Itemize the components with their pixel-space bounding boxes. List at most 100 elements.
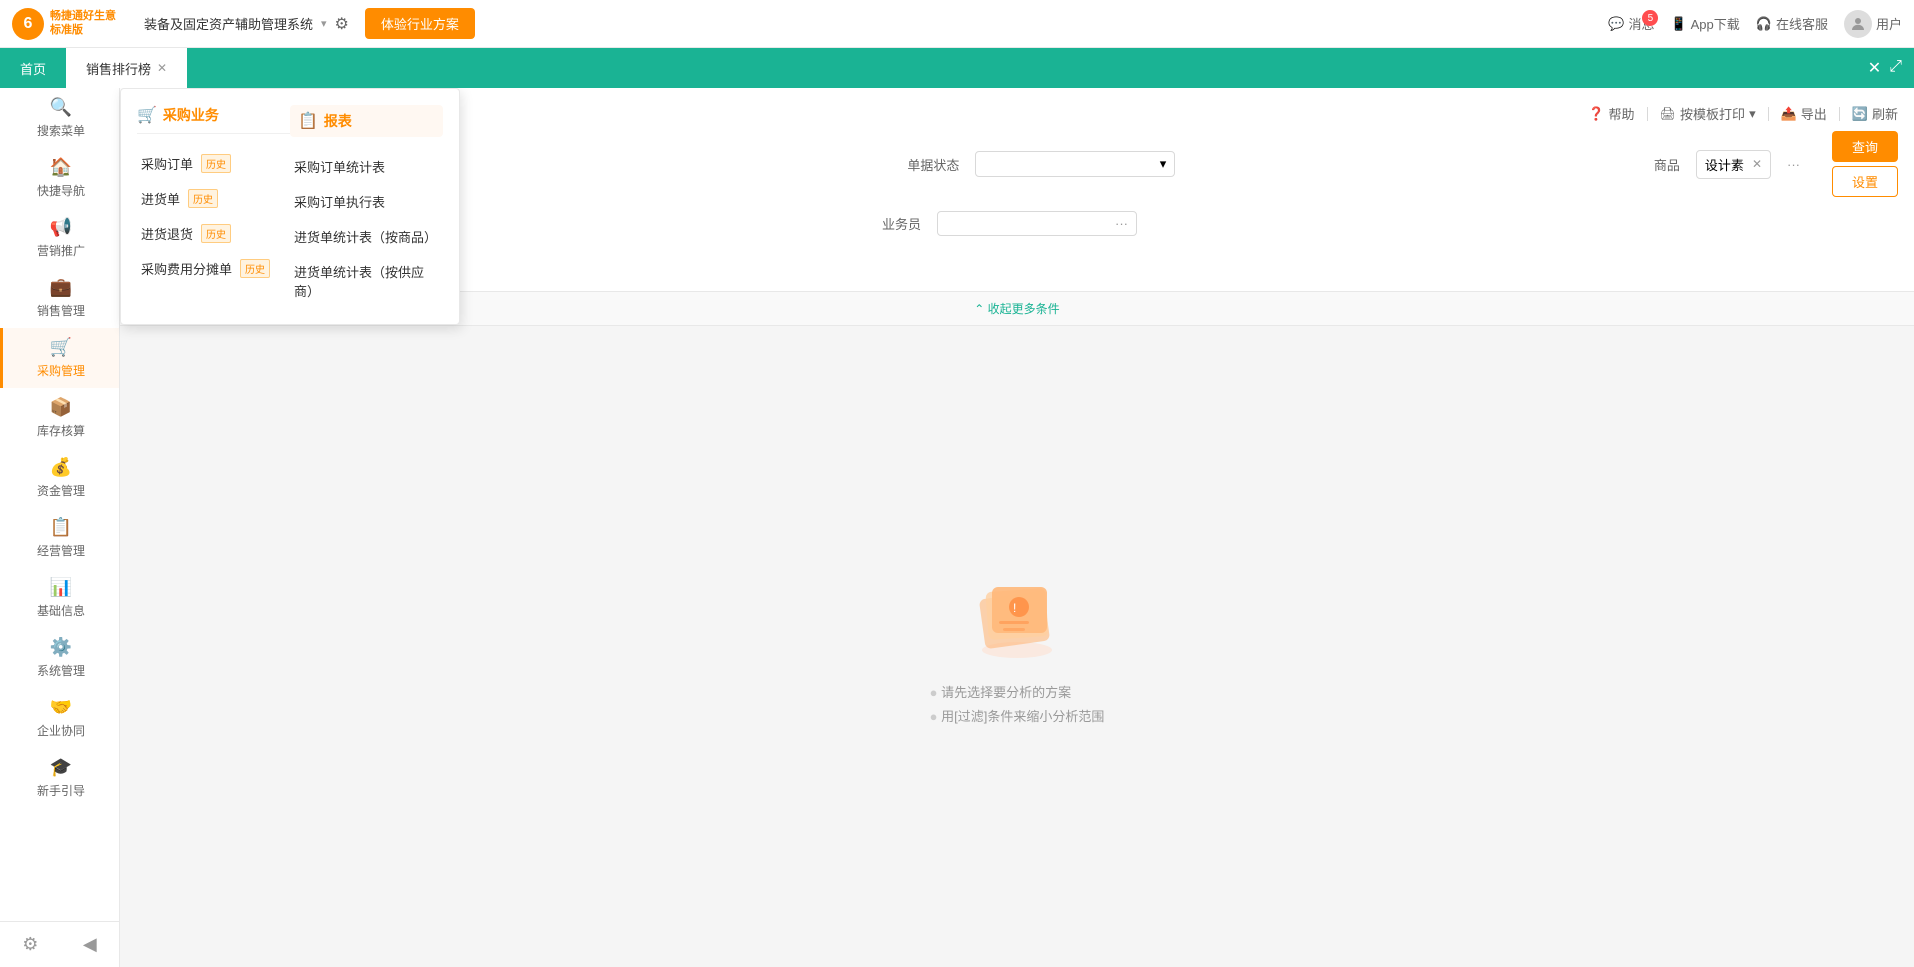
report-icon: 📋	[298, 111, 318, 131]
sidebar-item-finance[interactable]: 💰 资金管理	[0, 448, 119, 508]
system-dropdown-arrow[interactable]: ▾	[321, 17, 327, 30]
purchase-order-stat-item[interactable]: 采购订单统计表	[290, 149, 443, 184]
finance-icon: 💰	[50, 457, 72, 478]
settings-icon[interactable]: ⚙	[335, 14, 349, 34]
history-badge-4: 历史	[240, 259, 270, 278]
collab-icon: 🤝	[50, 697, 72, 718]
empty-hint-text: 请先选择要分析的方案 用[过滤]条件来缩小分析范围	[930, 681, 1105, 728]
service-item[interactable]: 🎧 在线客服	[1756, 14, 1828, 33]
report-title: 📋 报表	[290, 105, 443, 137]
goods-receipt-item[interactable]: 进货单 历史	[137, 181, 290, 216]
goods-tag-close[interactable]: ✕	[1752, 157, 1762, 171]
avatar	[1844, 10, 1872, 38]
status-select[interactable]: ▾	[975, 151, 1175, 177]
history-badge-1: 历史	[201, 154, 231, 173]
app-download-item[interactable]: 📱 App下载	[1670, 14, 1739, 33]
staff-label: 业务员	[861, 214, 921, 233]
guide-icon: 🎓	[50, 757, 72, 778]
message-icon: 💬	[1608, 16, 1624, 32]
purchase-icon: 🛒	[50, 337, 72, 358]
maximize-icon[interactable]: ⤢	[1889, 58, 1902, 78]
goods-more-icon[interactable]: ···	[1787, 157, 1800, 172]
refresh-btn[interactable]: 🔄 刷新	[1852, 104, 1898, 123]
sidebar-item-sales[interactable]: 💼 销售管理	[0, 268, 119, 328]
purchase-business-section: 🛒 采购业务 采购订单 历史 进货单 历史 进货退货 历史	[137, 105, 290, 308]
search-icon: 🔍	[50, 97, 72, 118]
sidebar-bottom: ⚙ ◀	[0, 921, 119, 967]
tab-actions: ✕ ⤢	[1856, 58, 1914, 78]
empty-illustration: !	[957, 565, 1077, 665]
marketing-icon: 📢	[50, 217, 72, 238]
status-label: 单据状态	[899, 155, 959, 174]
industry-btn[interactable]: 体验行业方案	[365, 8, 475, 39]
print-dropdown-icon: ▾	[1749, 106, 1756, 122]
goods-label: 商品	[1620, 155, 1680, 174]
purchase-icon-menu: 🛒	[137, 105, 157, 125]
inventory-icon: 📦	[50, 397, 72, 418]
tab-close-icon[interactable]: ✕	[157, 61, 167, 75]
phone-icon: 📱	[1670, 16, 1686, 32]
sidebar-item-purchase[interactable]: 🛒 采购管理	[0, 328, 119, 388]
purchase-expense-item[interactable]: 采购费用分摊单 历史	[137, 251, 290, 286]
sales-icon: 💼	[50, 277, 72, 298]
refresh-icon: 🔄	[1852, 106, 1868, 122]
tab-home[interactable]: 首页	[0, 48, 66, 88]
purchase-dropdown-menu: 🛒 采购业务 采购订单 历史 进货单 历史 进货退货 历史	[120, 88, 460, 325]
divider3	[1839, 107, 1840, 121]
management-icon: 📋	[50, 517, 72, 538]
sidebar-item-nav[interactable]: 🏠 快捷导航	[0, 148, 119, 208]
print-btn[interactable]: 🖨 按模板打印 ▾	[1660, 104, 1756, 123]
sidebar-item-basic[interactable]: 📊 基础信息	[0, 568, 119, 628]
sidebar-item-guide[interactable]: 🎓 新手引导	[0, 748, 119, 808]
user-item[interactable]: 用户	[1844, 10, 1902, 38]
goods-stat-by-supplier-item[interactable]: 进货单统计表（按供应商）	[290, 254, 443, 308]
goods-stat-by-goods-item[interactable]: 进货单统计表（按商品）	[290, 219, 443, 254]
print-icon: 🖨	[1660, 106, 1677, 122]
home-icon: 🏠	[50, 157, 72, 178]
sidebar-settings-icon[interactable]: ⚙	[22, 934, 38, 955]
system-icon: ⚙️	[50, 637, 72, 658]
tab-bar: 首页 销售排行榜 ✕ ✕ ⤢	[0, 48, 1914, 88]
staff-dots: ···	[1115, 216, 1128, 231]
goods-return-item[interactable]: 进货退货 历史	[137, 216, 290, 251]
top-bar: 6 畅捷通好生意 标准版 装备及固定资产辅助管理系统 ▾ ⚙ 体验行业方案 💬 …	[0, 0, 1914, 48]
toolbar-right: ❓ 帮助 🖨 按模板打印 ▾ 📤 导出	[1588, 104, 1898, 123]
sidebar-item-management[interactable]: 📋 经营管理	[0, 508, 119, 568]
history-badge-3: 历史	[201, 224, 231, 243]
top-right: 💬 消息 5 📱 App下载 🎧 在线客服 用户	[1608, 10, 1902, 38]
report-section: 📋 报表 采购订单统计表 采购订单执行表 进货单统计表（按商品） 进货单统计表（…	[290, 105, 443, 308]
logo-area: 6 畅捷通好生意 标准版	[12, 8, 132, 40]
sidebar-item-marketing[interactable]: 📢 营销推广	[0, 208, 119, 268]
divider	[1647, 107, 1648, 121]
help-btn[interactable]: ❓ 帮助	[1588, 104, 1634, 123]
query-btn[interactable]: 查询	[1832, 131, 1898, 162]
main-layout: 🔍 搜索菜单 🏠 快捷导航 📢 营销推广 💼 销售管理 🛒 采购管理 📦 库存核…	[0, 88, 1914, 967]
status-dropdown-icon: ▾	[1160, 156, 1167, 172]
purchase-order-item[interactable]: 采购订单 历史	[137, 146, 290, 181]
sidebar-collapse-icon[interactable]: ◀	[83, 934, 97, 955]
headset-icon: 🎧	[1756, 16, 1772, 32]
sidebar-item-search[interactable]: 🔍 搜索菜单	[0, 88, 119, 148]
sidebar-item-inventory[interactable]: 📦 库存核算	[0, 388, 119, 448]
basic-icon: 📊	[50, 577, 72, 598]
empty-state: ! 请先选择要分析的方案 用[过滤]条件来缩小分析范围	[120, 326, 1914, 967]
purchase-business-title: 🛒 采购业务	[137, 105, 290, 134]
divider2	[1768, 107, 1769, 121]
export-icon: 📤	[1781, 106, 1797, 122]
history-badge-2: 历史	[188, 189, 218, 208]
svg-text:!: !	[1013, 601, 1016, 615]
set-btn[interactable]: 设置	[1832, 166, 1898, 197]
message-item[interactable]: 💬 消息 5	[1608, 14, 1654, 33]
sidebar: 🔍 搜索菜单 🏠 快捷导航 📢 营销推广 💼 销售管理 🛒 采购管理 📦 库存核…	[0, 88, 120, 967]
export-btn[interactable]: 📤 导出	[1781, 104, 1827, 123]
sidebar-item-collab[interactable]: 🤝 企业协同	[0, 688, 119, 748]
dropdown-grid: 🛒 采购业务 采购订单 历史 进货单 历史 进货退货 历史	[137, 105, 443, 308]
sidebar-item-system[interactable]: ⚙️ 系统管理	[0, 628, 119, 688]
logo-text: 畅捷通好生意 标准版	[50, 10, 116, 36]
close-window-icon[interactable]: ✕	[1868, 58, 1881, 78]
staff-select[interactable]: ···	[937, 211, 1137, 236]
goods-tag[interactable]: 设计素 ✕	[1696, 150, 1771, 179]
purchase-order-exec-item[interactable]: 采购订单执行表	[290, 184, 443, 219]
help-icon: ❓	[1588, 106, 1604, 122]
tab-sales-ranking[interactable]: 销售排行榜 ✕	[66, 48, 187, 88]
